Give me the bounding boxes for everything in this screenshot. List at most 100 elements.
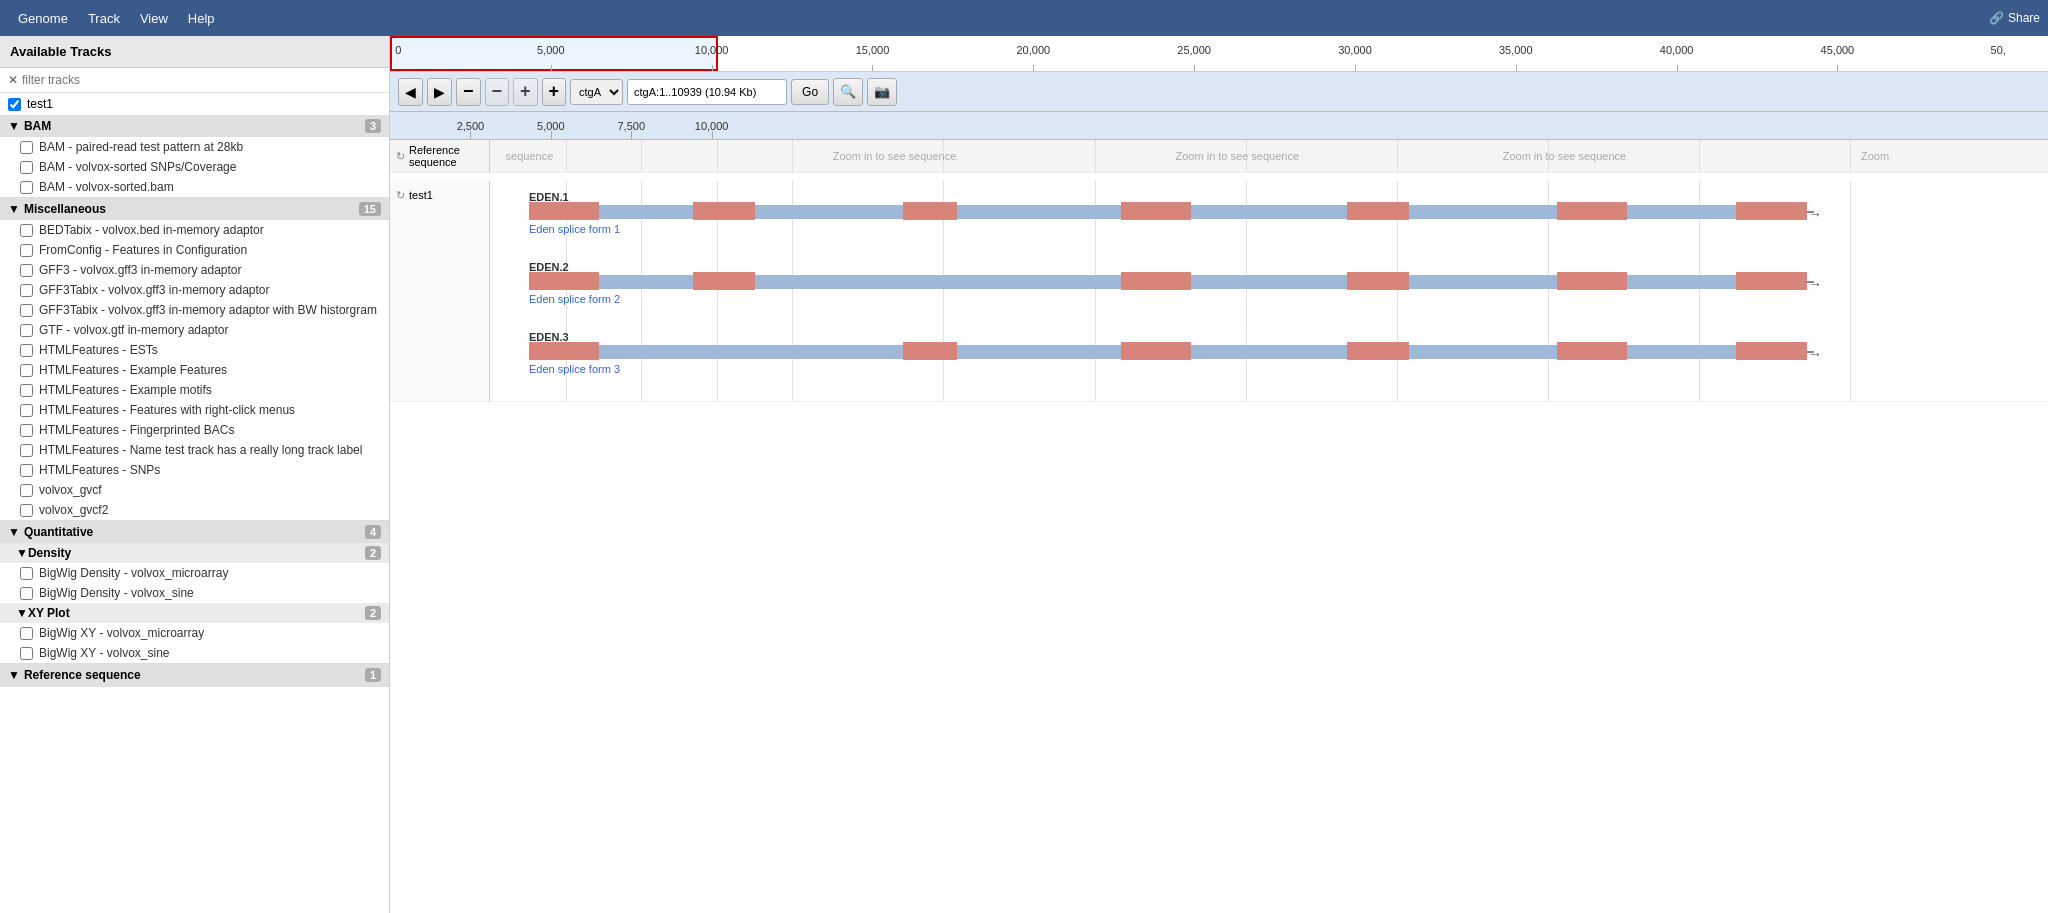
gene-eden3-block-3 — [1347, 342, 1409, 360]
bam-item-0[interactable]: BAM - paired-read test pattern at 28kb — [0, 137, 389, 157]
scale-tick-7500: 7,500 — [617, 120, 645, 132]
zoom-out-button[interactable]: − — [456, 78, 481, 106]
filter-input[interactable] — [22, 73, 381, 87]
refseq-label: Reference sequence — [24, 668, 141, 682]
gene-eden2-conn-4 — [1627, 275, 1736, 289]
genome-area: 0 5,000 10,000 15,000 20,000 25,000 30,0… — [390, 36, 2048, 913]
scale-tick-2500: 2,500 — [457, 120, 485, 132]
spacer1 — [390, 173, 2048, 181]
share-button[interactable]: 🔗 Share — [1989, 11, 2040, 25]
coord-tick-40000: 40,000 — [1660, 44, 1694, 56]
density-item-1[interactable]: BigWig Density - volvox_sine — [0, 583, 389, 603]
ref-seq-zoom-text-4: Zoom — [1861, 150, 1889, 162]
misc-item-11[interactable]: HTMLFeatures - Name test track has a rea… — [0, 440, 389, 460]
misc-item-6[interactable]: HTMLFeatures - ESTs — [0, 340, 389, 360]
sidebar: Available Tracks ✕ test1 ▼BAM 3 BAM - pa… — [0, 36, 390, 913]
test1-checkbox[interactable] — [8, 98, 21, 111]
misc-item-8[interactable]: HTMLFeatures - Example motifs — [0, 380, 389, 400]
bam-item-1[interactable]: BAM - volvox-sorted SNPs/Coverage — [0, 157, 389, 177]
main-layout: Available Tracks ✕ test1 ▼BAM 3 BAM - pa… — [0, 36, 2048, 913]
clear-filter-button[interactable]: ✕ — [8, 73, 18, 87]
location-input[interactable] — [627, 79, 787, 105]
xyplot-item-1[interactable]: BigWig XY - volvox_sine — [0, 643, 389, 663]
misc-count: 15 — [359, 202, 381, 216]
gene-eden1-block-5 — [1557, 202, 1627, 220]
ref-seq-label-text: Reference sequence — [409, 144, 483, 168]
forward-button[interactable]: ▶ — [427, 78, 452, 106]
menu-view[interactable]: View — [130, 5, 178, 32]
coord-tick-5000: 5,000 — [537, 44, 565, 56]
zoom-in2-button[interactable]: + — [542, 78, 567, 106]
gene-eden2-conn-3 — [1409, 275, 1557, 289]
gene-eden1-conn-2 — [957, 205, 1121, 219]
gene-eden1-conn-1 — [755, 205, 903, 219]
sidebar-content: test1 ▼BAM 3 BAM - paired-read test patt… — [0, 93, 389, 913]
test1-track-label: test1 — [409, 189, 433, 201]
menu-track[interactable]: Track — [78, 5, 130, 32]
quantitative-count: 4 — [365, 525, 381, 539]
bam-count: 3 — [365, 119, 381, 133]
gene-eden1-conn-5 — [1627, 205, 1736, 219]
misc-item-12[interactable]: HTMLFeatures - SNPs — [0, 460, 389, 480]
gene-eden2-form[interactable]: Eden splice form 2 — [529, 293, 620, 305]
misc-item-3[interactable]: GFF3Tabix - volvox.gff3 in-memory adapto… — [0, 280, 389, 300]
coord-tick-30000: 30,000 — [1338, 44, 1372, 56]
gene-eden3: EDEN.3 Eden splice form 3 → — [490, 329, 2048, 389]
gene-eden2-conn-0 — [599, 275, 692, 289]
coord-tick-20000: 20,000 — [1016, 44, 1050, 56]
ref-seq-label: ↻ Reference sequence — [390, 140, 490, 172]
gene-eden1-block-0 — [529, 202, 599, 220]
xyplot-item-0[interactable]: BigWig XY - volvox_microarray — [0, 623, 389, 643]
misc-item-4[interactable]: GFF3Tabix - volvox.gff3 in-memory adapto… — [0, 300, 389, 320]
misc-item-5[interactable]: GTF - volvox.gtf in-memory adaptor — [0, 320, 389, 340]
ref-seq-zoom-text-1: Zoom in to see sequence — [833, 150, 957, 162]
density-subgroup-header[interactable]: ▼Density 2 — [0, 543, 389, 563]
misc-item-7[interactable]: HTMLFeatures - Example Features — [0, 360, 389, 380]
test1-label: test1 — [27, 97, 53, 111]
coord-bar[interactable]: 0 5,000 10,000 15,000 20,000 25,000 30,0… — [390, 36, 2048, 72]
misc-item-1[interactable]: FromConfig - Features in Configuration — [0, 240, 389, 260]
density-item-0[interactable]: BigWig Density - volvox_microarray — [0, 563, 389, 583]
coord-tick-35000: 35,000 — [1499, 44, 1533, 56]
ref-seq-content: sequence Zoom in to see sequence Zoom in… — [490, 140, 2048, 172]
gene-eden3-conn-3 — [1409, 345, 1557, 359]
screenshot-button[interactable]: 📷 — [867, 78, 897, 106]
bam-item-2[interactable]: BAM - volvox-sorted.bam — [0, 177, 389, 197]
quantitative-group-header[interactable]: ▼Quantitative 4 — [0, 521, 389, 543]
misc-group-header[interactable]: ▼Miscellaneous 15 — [0, 198, 389, 220]
gene-eden3-form[interactable]: Eden splice form 3 — [529, 363, 620, 375]
zoom-out2-button[interactable]: − — [485, 78, 510, 106]
misc-item-14[interactable]: volvox_gvcf2 — [0, 500, 389, 520]
gene-eden3-conn-1 — [957, 345, 1121, 359]
misc-item-2[interactable]: GFF3 - volvox.gff3 in-memory adaptor — [0, 260, 389, 280]
bam-label: BAM — [24, 119, 51, 133]
gene-eden3-arrow: → — [1808, 346, 1822, 362]
test1-track-row: ↻ test1 — [390, 181, 2048, 402]
gene-eden3-block-2 — [1121, 342, 1191, 360]
gene-eden2-block-0 — [529, 272, 599, 290]
zoom-in-button[interactable]: + — [513, 78, 538, 106]
gene-eden1-conn-3 — [1191, 205, 1347, 219]
ref-seq-row: ↻ Reference sequence sequence — [390, 140, 2048, 173]
gene-eden1-block-1 — [693, 202, 755, 220]
gene-eden1-form[interactable]: Eden splice form 1 — [529, 223, 620, 235]
go-button[interactable]: Go — [791, 79, 829, 105]
refseq-count: 1 — [365, 668, 381, 682]
menu-genome[interactable]: Genome — [8, 5, 78, 32]
gene-eden1-block-6 — [1736, 202, 1806, 220]
misc-item-13[interactable]: volvox_gvcf — [0, 480, 389, 500]
xyplot-subgroup-header[interactable]: ▼XY Plot 2 — [0, 603, 389, 623]
gene-eden2-arrow: → — [1808, 276, 1822, 292]
location-select[interactable]: ctgA — [570, 79, 623, 105]
gene-eden2-block-5 — [1736, 272, 1806, 290]
misc-item-9[interactable]: HTMLFeatures - Features with right-click… — [0, 400, 389, 420]
misc-item-0[interactable]: BEDTabix - volvox.bed in-memory adaptor — [0, 220, 389, 240]
test1-content: EDEN.1 Eden splice form 1 → — [490, 181, 2048, 401]
highlight-button[interactable]: 🔍 — [833, 78, 863, 106]
bam-group-header[interactable]: ▼BAM 3 — [0, 115, 389, 137]
back-button[interactable]: ◀ — [398, 78, 423, 106]
track-item-test1[interactable]: test1 — [0, 93, 389, 115]
misc-item-10[interactable]: HTMLFeatures - Fingerprinted BACs — [0, 420, 389, 440]
refseq-group-header[interactable]: ▼Reference sequence 1 — [0, 664, 389, 686]
menu-help[interactable]: Help — [178, 5, 225, 32]
